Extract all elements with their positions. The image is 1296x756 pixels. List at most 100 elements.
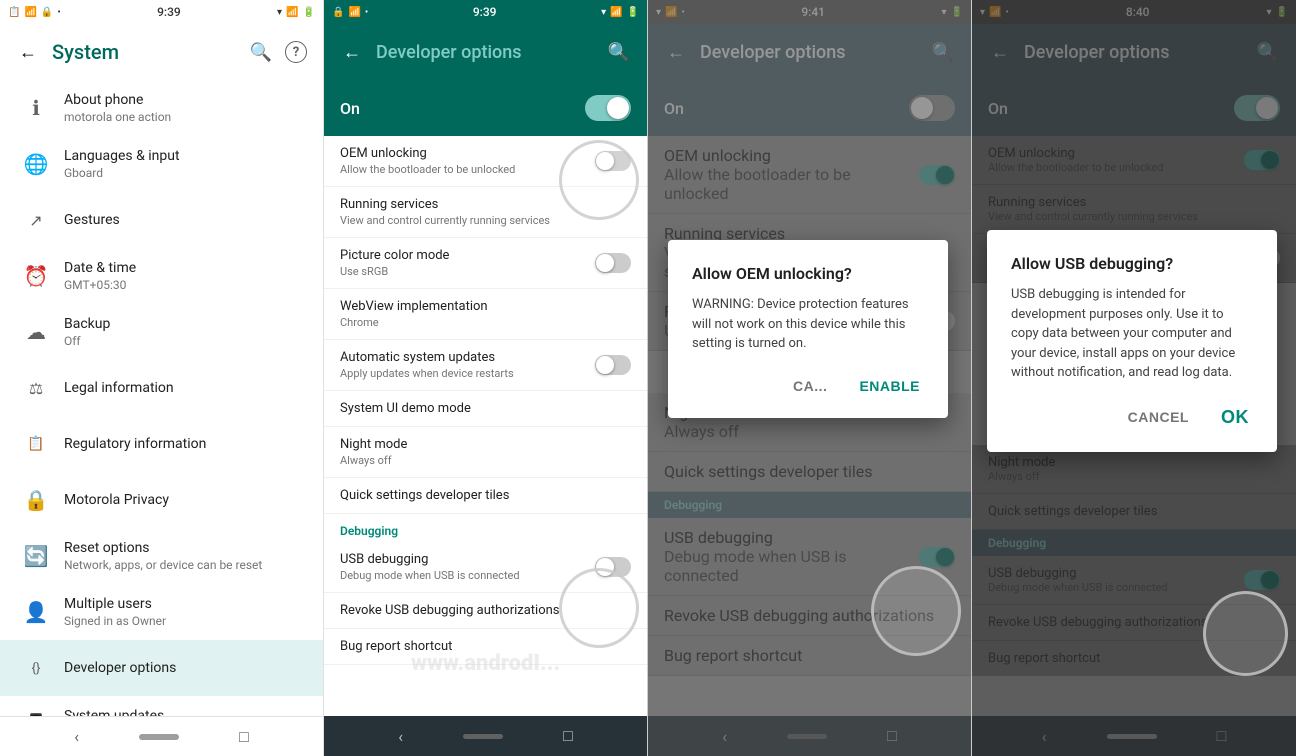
auto-subtitle-mid: Apply updates when device restarts: [340, 367, 514, 380]
usb-dialog: Allow USB debugging? USB debugging is in…: [987, 230, 1277, 452]
oem-cancel-button[interactable]: Ca...: [781, 370, 839, 402]
gestures-title: Gestures: [64, 212, 307, 228]
reset-icon: 🔄: [16, 544, 56, 568]
settings-item-language[interactable]: 🌐 Languages & input Gboard: [0, 136, 323, 192]
usb-cancel-button[interactable]: Cancel: [1116, 399, 1201, 436]
signal-icon: 📶: [286, 7, 298, 18]
system-title: System: [52, 40, 237, 64]
settings-item-users[interactable]: 👤 Multiple users Signed in as Owner: [0, 584, 323, 640]
usb-dialog-body: USB debugging is intended for developmen…: [987, 285, 1277, 399]
usb-subtitle-mid: Debug mode when USB is connected: [340, 569, 520, 582]
updates-title: System updates: [64, 708, 307, 716]
recent-nav-left[interactable]: □: [239, 727, 249, 747]
regulatory-icon: 📋: [16, 436, 56, 452]
dev-item-running-mid[interactable]: Running services View and control curren…: [324, 187, 647, 238]
developer-options-panel-mid: 🔒 📶 • 9:39 ▾ 📶 🔋 ← Developer options 🔍 O…: [324, 0, 648, 756]
settings-item-legal[interactable]: ⚖ Legal information: [0, 360, 323, 416]
lock-icon-mid: 🔒: [332, 7, 344, 18]
dev-app-bar-mid: ← Developer options 🔍: [324, 24, 647, 80]
users-icon: 👤: [16, 600, 56, 624]
right-status-icons-left: ▾ 📶 🔋: [277, 7, 315, 18]
users-subtitle: Signed in as Owner: [64, 614, 307, 628]
settings-item-backup[interactable]: ☁ Backup Off: [0, 304, 323, 360]
legal-title: Legal information: [64, 380, 307, 396]
back-nav-left[interactable]: ‹: [74, 727, 79, 746]
notification-icon: 📋: [8, 7, 20, 18]
legal-icon: ⚖: [16, 379, 56, 398]
settings-item-gestures[interactable]: ↗ Gestures: [0, 192, 323, 248]
wifi-icon-mid: ▾: [601, 7, 606, 18]
dev-item-webview-mid[interactable]: WebView implementation Chrome: [324, 289, 647, 340]
dev-item-quicksettings-mid[interactable]: Quick settings developer tiles: [324, 478, 647, 514]
search-button-left[interactable]: 🔍: [249, 40, 273, 64]
dev-on-toggle-mid[interactable]: [585, 95, 631, 121]
developer-options-panel-right2: ▾ 📶 • 8:40 ▾ 🔋 ← Developer options 🔍 On: [972, 0, 1296, 756]
color-toggle-mid[interactable]: [595, 253, 631, 273]
uidemo-title-mid: System UI demo mode: [340, 401, 631, 416]
help-button-left[interactable]: ?: [285, 41, 307, 63]
search-button-mid[interactable]: 🔍: [607, 40, 631, 64]
usb-toggle-mid[interactable]: [595, 557, 631, 577]
dev-on-label-mid: On: [340, 99, 360, 118]
usb-title-mid: USB debugging: [340, 552, 520, 567]
oem-toggle-mid[interactable]: [595, 151, 631, 171]
webview-title-mid: WebView implementation: [340, 299, 631, 314]
oem-enable-button[interactable]: Enable: [847, 370, 932, 402]
backup-icon: ☁: [16, 320, 56, 344]
dev-item-uidemo-mid[interactable]: System UI demo mode: [324, 391, 647, 427]
about-title: About phone: [64, 92, 307, 108]
dev-item-auto-mid[interactable]: Automatic system updates Apply updates w…: [324, 340, 647, 391]
settings-item-reset[interactable]: 🔄 Reset options Network, apps, or device…: [0, 528, 323, 584]
dev-item-usb-mid[interactable]: USB debugging Debug mode when USB is con…: [324, 542, 647, 593]
system-settings-panel: 📋 📶 🔒 • 9:39 ▾ 📶 🔋 ← System 🔍 ? ℹ About …: [0, 0, 324, 756]
recent-nav-mid[interactable]: □: [563, 726, 573, 746]
dev-item-color-mid[interactable]: Picture color mode Use sRGB: [324, 238, 647, 289]
backup-title: Backup: [64, 316, 307, 332]
dev-item-revoke-mid[interactable]: Revoke USB debugging authorizations: [324, 593, 647, 629]
settings-item-updates[interactable]: 📱 System updates Updated to Android 9: [0, 696, 323, 716]
back-button-left[interactable]: ←: [16, 40, 40, 64]
nav-bar-left: ‹ □: [0, 716, 323, 756]
privacy-title: Motorola Privacy: [64, 492, 307, 508]
settings-item-developer[interactable]: {} Developer options: [0, 640, 323, 696]
left-status-icons: 📋 📶 🔒 •: [8, 7, 61, 18]
about-icon: ℹ: [16, 96, 56, 120]
oem-dialog-body: WARNING: Device protection features will…: [668, 295, 948, 370]
users-title: Multiple users: [64, 596, 307, 612]
status-bar-left: 📋 📶 🔒 • 9:39 ▾ 📶 🔋: [0, 0, 323, 24]
signal-icon-mid: 📶: [610, 7, 622, 18]
running-title-mid: Running services: [340, 197, 631, 212]
battery-icon-mid: 🔋: [627, 7, 639, 18]
datetime-subtitle: GMT+05:30: [64, 278, 307, 292]
reset-title: Reset options: [64, 540, 307, 556]
usb-ok-button[interactable]: OK: [1209, 399, 1261, 436]
dev-title-mid: Developer options: [376, 42, 595, 63]
back-nav-mid[interactable]: ‹: [398, 727, 403, 746]
privacy-icon: 🔒: [16, 488, 56, 512]
back-button-mid[interactable]: ←: [340, 40, 364, 64]
settings-item-regulatory[interactable]: 📋 Regulatory information: [0, 416, 323, 472]
revoke-title-mid: Revoke USB debugging authorizations: [340, 603, 631, 618]
gestures-icon: ↗: [16, 211, 56, 230]
oem-dialog-title: Allow OEM unlocking?: [668, 264, 948, 295]
wifi-icon: ▾: [277, 7, 282, 18]
settings-item-about[interactable]: ℹ About phone motorola one action: [0, 80, 323, 136]
night-title-mid: Night mode: [340, 437, 631, 452]
dev-item-bugreport-mid[interactable]: Bug report shortcut: [324, 629, 647, 665]
color-subtitle-mid: Use sRGB: [340, 265, 449, 278]
developer-options-panel-right1: ▾ 📶 • 9:41 ▾ 🔋 ← Developer options 🔍 On: [648, 0, 972, 756]
settings-item-datetime[interactable]: ⏰ Date & time GMT+05:30: [0, 248, 323, 304]
dev-item-oem-mid[interactable]: OEM unlocking Allow the bootloader to be…: [324, 136, 647, 187]
lock-icon: 🔒: [41, 7, 53, 18]
developer-icon: {}: [16, 661, 56, 676]
dev-item-night-mid[interactable]: Night mode Always off: [324, 427, 647, 478]
settings-item-privacy[interactable]: 🔒 Motorola Privacy: [0, 472, 323, 528]
sim-icon: 📶: [24, 7, 36, 18]
language-subtitle: Gboard: [64, 166, 307, 180]
developer-title: Developer options: [64, 660, 307, 676]
auto-toggle-mid[interactable]: [595, 355, 631, 375]
reset-subtitle: Network, apps, or device can be reset: [64, 558, 307, 572]
mid-right-status: ▾ 📶 🔋: [601, 7, 639, 18]
nav-bar-mid: ‹ □: [324, 716, 647, 756]
regulatory-title: Regulatory information: [64, 436, 307, 452]
